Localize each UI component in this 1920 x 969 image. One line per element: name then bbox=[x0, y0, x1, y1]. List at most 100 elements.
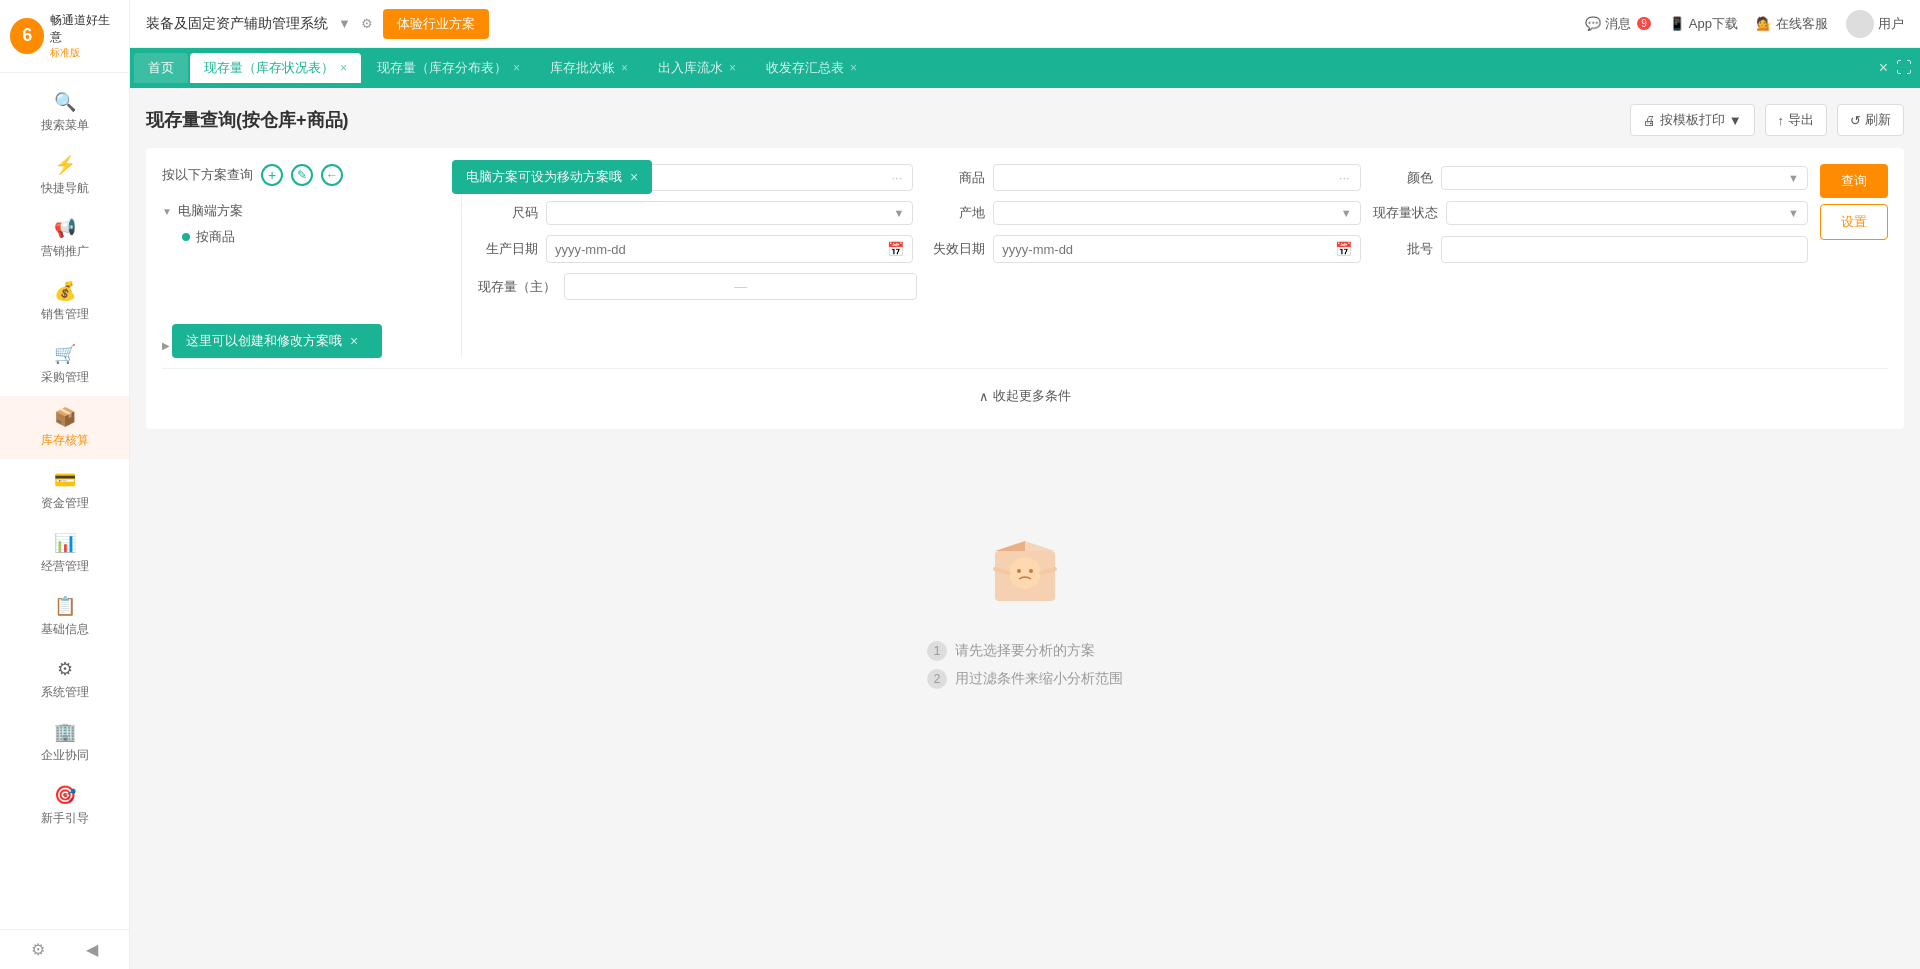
setting-btn[interactable]: 设置 bbox=[1820, 204, 1888, 240]
scheme-tooltip-1-text: 电脑方案可设为移动方案哦 bbox=[466, 168, 622, 186]
batch-text[interactable] bbox=[1452, 242, 1797, 257]
system-dropdown-icon[interactable]: ▼ bbox=[338, 16, 351, 31]
scheme-tooltip-2: 这里可以创建和修改方案哦 × bbox=[172, 324, 382, 358]
app-name: 畅通道好生意 bbox=[50, 12, 119, 46]
user-profile-btn[interactable]: 用户 bbox=[1846, 10, 1904, 38]
produce-date-icon[interactable]: 📅 bbox=[887, 241, 904, 257]
size-label: 尺码 bbox=[478, 204, 538, 222]
tab-close-all-icon[interactable]: × bbox=[1879, 59, 1888, 77]
sidebar-item-search[interactable]: 🔍 搜索菜单 bbox=[0, 81, 129, 144]
scheme-tooltip-1-close[interactable]: × bbox=[630, 169, 638, 185]
sidebar-label-system: 系统管理 bbox=[41, 684, 89, 701]
app-download-btn[interactable]: 📱 App下载 bbox=[1669, 15, 1738, 33]
sidebar-item-inventory[interactable]: 📦 库存核算 bbox=[0, 396, 129, 459]
sidebar-item-operation[interactable]: 📊 经营管理 bbox=[0, 522, 129, 585]
tab-batch-account[interactable]: 库存批次账 × bbox=[536, 53, 642, 83]
scheme-desktop-child[interactable]: 按商品 bbox=[162, 224, 445, 250]
tab-inventory-dist-close[interactable]: × bbox=[513, 61, 520, 75]
refresh-label: 刷新 bbox=[1865, 111, 1891, 129]
empty-tip-2: 2 用过滤条件来缩小分析范围 bbox=[927, 669, 1123, 689]
filter-field-qty: 现存量（主） — bbox=[478, 273, 917, 300]
empty-illustration bbox=[965, 501, 1085, 621]
expire-date-text[interactable] bbox=[1002, 242, 1334, 257]
user-label: 用户 bbox=[1878, 15, 1904, 33]
filter-field-produce-date: 生产日期 📅 bbox=[478, 235, 913, 263]
color-select[interactable]: ▼ bbox=[1441, 166, 1808, 190]
tab-flow-close[interactable]: × bbox=[729, 61, 736, 75]
sidebar-item-sales[interactable]: 💰 销售管理 bbox=[0, 270, 129, 333]
goods-dots-icon[interactable]: ··· bbox=[1339, 170, 1350, 185]
print-label: 按模板打印 bbox=[1660, 111, 1725, 129]
sidebar-item-enterprise[interactable]: 🏢 企业协同 bbox=[0, 711, 129, 774]
qty-separator: — bbox=[734, 279, 747, 294]
refresh-btn[interactable]: ↺ 刷新 bbox=[1837, 104, 1904, 136]
origin-label: 产地 bbox=[925, 204, 985, 222]
tab-inventory-dist[interactable]: 现存量（库存分布表） × bbox=[363, 53, 534, 83]
sidebar-item-marketing[interactable]: 📢 营销推广 bbox=[0, 207, 129, 270]
origin-select[interactable]: ▼ bbox=[993, 201, 1360, 225]
expire-date-icon[interactable]: 📅 bbox=[1335, 241, 1352, 257]
query-btn[interactable]: 查询 bbox=[1820, 164, 1888, 198]
print-btn[interactable]: 🖨 按模板打印 ▼ bbox=[1630, 104, 1755, 136]
sidebar-item-purchase[interactable]: 🛒 采购管理 bbox=[0, 333, 129, 396]
tab-batch-close[interactable]: × bbox=[621, 61, 628, 75]
filter-edit-btn[interactable]: ✎ bbox=[291, 164, 313, 186]
message-btn[interactable]: 💬 消息 9 bbox=[1585, 15, 1651, 33]
sidebar-item-guide[interactable]: 🎯 新手引导 bbox=[0, 774, 129, 837]
tab-flow[interactable]: 出入库流水 × bbox=[644, 53, 750, 83]
sidebar-item-quick[interactable]: ⚡ 快捷导航 bbox=[0, 144, 129, 207]
filter-field-goods: 商品 ··· bbox=[925, 164, 1360, 191]
expire-date-input[interactable]: 📅 bbox=[993, 235, 1360, 263]
svg-point-3 bbox=[1009, 557, 1041, 589]
collapse-up-icon: ∧ bbox=[979, 389, 989, 404]
industry-plan-btn[interactable]: 体验行业方案 bbox=[383, 9, 489, 39]
export-btn[interactable]: ↑ 导出 bbox=[1765, 104, 1828, 136]
sidebar-item-system[interactable]: ⚙ 系统管理 bbox=[0, 648, 129, 711]
message-label: 消息 bbox=[1605, 15, 1631, 33]
tab-inventory-status-close[interactable]: × bbox=[340, 61, 347, 75]
tab-summary-close[interactable]: × bbox=[850, 61, 857, 75]
qty-input[interactable]: — bbox=[564, 273, 917, 300]
collapse-filter-btn[interactable]: ∧ 收起更多条件 bbox=[162, 379, 1888, 413]
scheme-tooltip-1: 电脑方案可设为移动方案哦 × bbox=[452, 160, 652, 194]
settings-footer-btn[interactable]: ⚙ bbox=[31, 940, 45, 959]
size-select-arrow: ▼ bbox=[893, 207, 904, 219]
filter-back-btn[interactable]: ← bbox=[321, 164, 343, 186]
collapse-sidebar-btn[interactable]: ◀ bbox=[86, 940, 98, 959]
tab-fullscreen-icon[interactable]: ⛶ bbox=[1896, 59, 1912, 77]
topbar-left: 装备及固定资产辅助管理系统 ▼ ⚙ 体验行业方案 bbox=[146, 9, 489, 39]
sidebar-label-marketing: 营销推广 bbox=[41, 243, 89, 260]
print-icon: 🖨 bbox=[1643, 113, 1656, 128]
filter-divider bbox=[162, 368, 1888, 369]
batch-input[interactable] bbox=[1441, 236, 1808, 263]
status-select[interactable]: ▼ bbox=[1446, 201, 1808, 225]
sidebar-label-quick: 快捷导航 bbox=[41, 180, 89, 197]
online-service-btn[interactable]: 💁 在线客服 bbox=[1756, 15, 1828, 33]
tabbar: 首页 现存量（库存状况表） × 现存量（库存分布表） × 库存批次账 × 出入库… bbox=[130, 48, 1920, 88]
svg-point-4 bbox=[1017, 569, 1021, 573]
color-label: 颜色 bbox=[1373, 169, 1433, 187]
scheme-mobile-arrow: ▶ bbox=[162, 340, 170, 351]
sidebar-item-base[interactable]: 📋 基础信息 bbox=[0, 585, 129, 648]
sidebar-menu: 🔍 搜索菜单 ⚡ 快捷导航 📢 营销推广 💰 销售管理 🛒 采购管理 📦 库存核… bbox=[0, 73, 129, 929]
produce-date-input[interactable]: 📅 bbox=[546, 235, 913, 263]
quick-icon: ⚡ bbox=[54, 154, 76, 176]
settings-gear-icon[interactable]: ⚙ bbox=[361, 16, 373, 31]
topbar: 装备及固定资产辅助管理系统 ▼ ⚙ 体验行业方案 💬 消息 9 📱 App下载 … bbox=[130, 0, 1920, 48]
tab-summary[interactable]: 收发存汇总表 × bbox=[752, 53, 871, 83]
filter-add-btn[interactable]: + bbox=[261, 164, 283, 186]
export-icon: ↑ bbox=[1778, 113, 1785, 128]
page-actions: 🖨 按模板打印 ▼ ↑ 导出 ↺ 刷新 bbox=[1630, 104, 1904, 136]
scheme-tooltip-2-close[interactable]: × bbox=[350, 333, 358, 349]
goods-input[interactable]: ··· bbox=[993, 164, 1360, 191]
tab-home[interactable]: 首页 bbox=[134, 53, 188, 83]
scheme-desktop[interactable]: ▼ 电脑端方案 bbox=[162, 198, 445, 224]
warehouse-dots-icon[interactable]: ··· bbox=[891, 170, 902, 185]
sidebar-label-purchase: 采购管理 bbox=[41, 369, 89, 386]
produce-date-text[interactable] bbox=[555, 242, 887, 257]
tab-inventory-status[interactable]: 现存量（库存状况表） × bbox=[190, 53, 361, 83]
base-icon: 📋 bbox=[54, 595, 76, 617]
size-select[interactable]: ▼ bbox=[546, 201, 913, 225]
phone-icon: 📱 bbox=[1669, 16, 1685, 31]
sidebar-item-finance[interactable]: 💳 资金管理 bbox=[0, 459, 129, 522]
